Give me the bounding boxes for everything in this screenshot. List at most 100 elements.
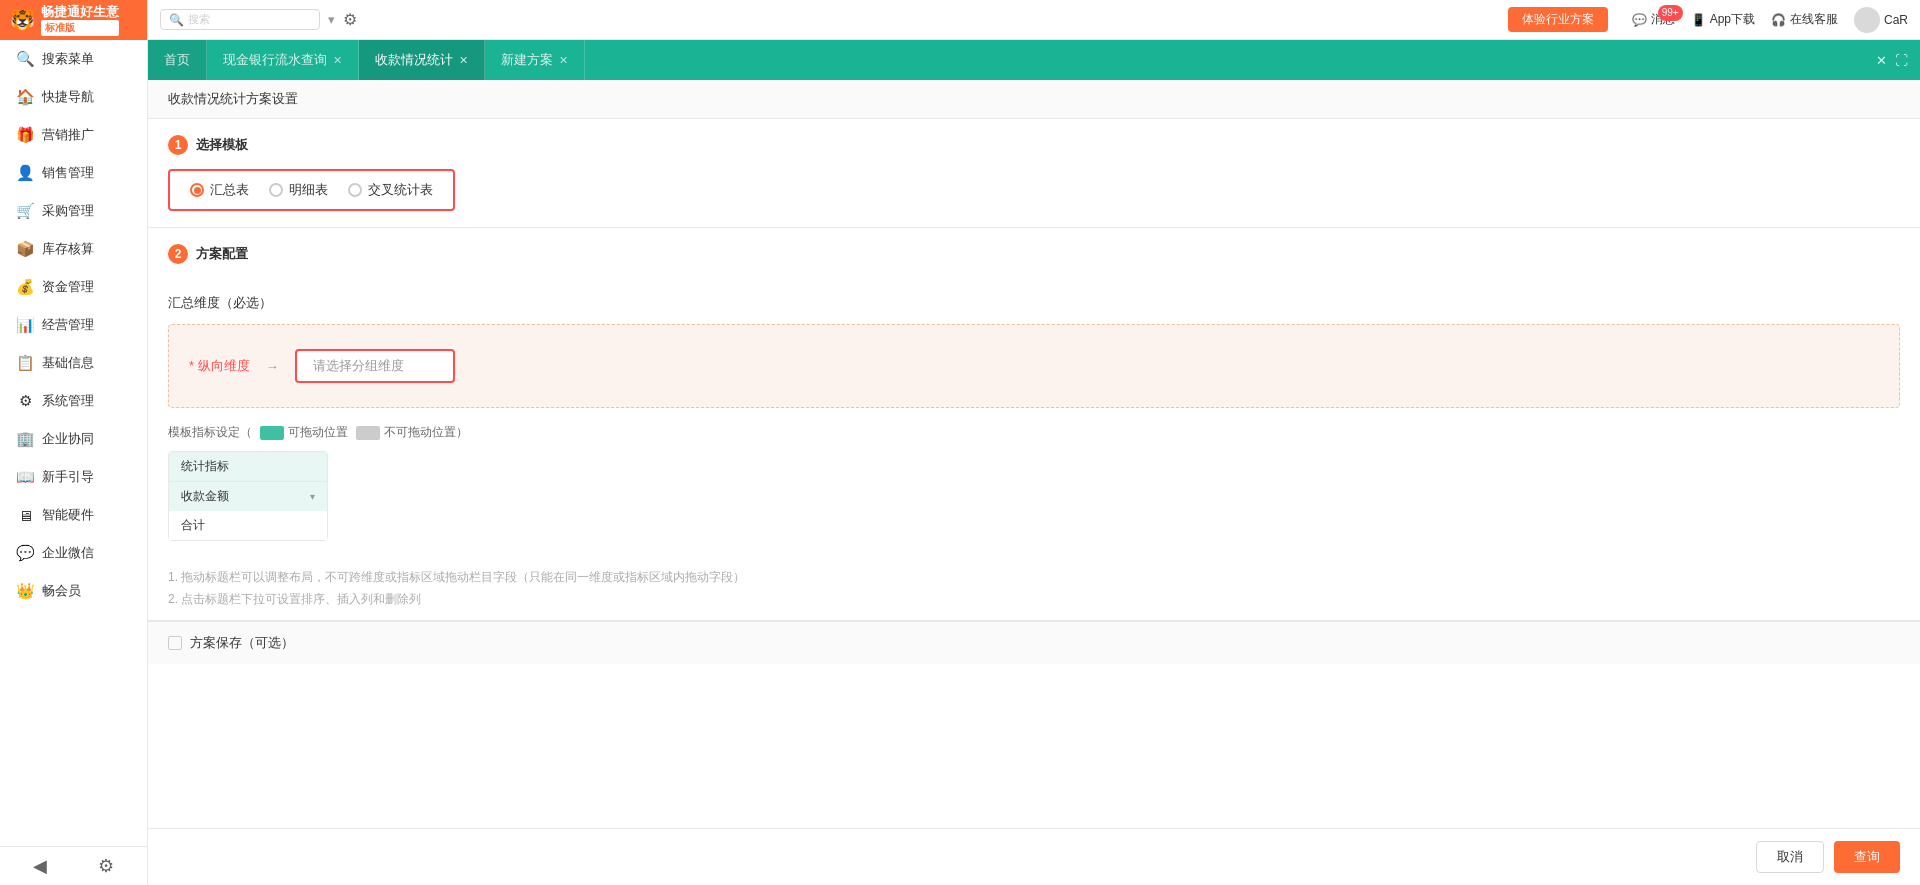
tab-new-plan-label: 新建方案	[501, 51, 553, 69]
sidebar-item-label: 基础信息	[42, 354, 94, 372]
no-drag-label: 不可拖动位置）	[384, 424, 468, 441]
tab-collection-stats-close-icon[interactable]: ✕	[459, 54, 468, 67]
sidebar-item-finance[interactable]: 💰 资金管理	[0, 268, 147, 306]
tab-bank-flow[interactable]: 现金银行流水查询 ✕	[207, 40, 359, 80]
chat-icon: 💬	[16, 544, 34, 562]
user-profile-item[interactable]: CaR	[1854, 7, 1908, 33]
sidebar-item-label: 资金管理	[42, 278, 94, 296]
sidebar-item-wechat[interactable]: 💬 企业微信	[0, 534, 147, 572]
drag-tag: 可拖动位置	[260, 424, 348, 441]
sidebar-bottom: ◀ ⚙	[0, 846, 147, 885]
tab-collection-stats-label: 收款情况统计	[375, 51, 453, 69]
tab-bank-flow-close-icon[interactable]: ✕	[333, 54, 342, 67]
tabbar-actions: ✕ ⛶	[1864, 40, 1920, 80]
no-drag-tag: 不可拖动位置）	[356, 424, 468, 441]
tabbar-close-icon[interactable]: ✕	[1876, 53, 1887, 68]
radio-cross-circle	[348, 183, 362, 197]
sidebar-item-label: 畅会员	[42, 582, 81, 600]
step2-title: 方案配置	[196, 245, 248, 263]
industry-button[interactable]: 体验行业方案	[1508, 7, 1608, 32]
settings-icon[interactable]: ⚙	[343, 10, 357, 29]
tabbar-expand-icon[interactable]: ⛶	[1895, 53, 1908, 68]
query-button[interactable]: 查询	[1834, 841, 1900, 873]
content-area: 收款情况统计方案设置 1 选择模板 汇总表 明细表	[148, 80, 1920, 828]
sidebar-item-search-menu[interactable]: 🔍 搜索菜单	[0, 40, 147, 78]
sidebar-item-label: 采购管理	[42, 202, 94, 220]
stats-table-header: 统计指标	[169, 452, 327, 482]
sidebar-item-member[interactable]: 👑 畅会员	[0, 572, 147, 610]
radio-detail[interactable]: 明细表	[269, 181, 328, 199]
sidebar-item-label: 营销推广	[42, 126, 94, 144]
topbar-dropdown-icon[interactable]: ▾	[328, 12, 335, 27]
topbar-search-box[interactable]: 🔍 搜索	[160, 9, 320, 30]
crown-icon: 👑	[16, 582, 34, 600]
step2-header: 2 方案配置	[168, 244, 1900, 264]
tab-new-plan[interactable]: 新建方案 ✕	[485, 40, 585, 80]
gift-icon: 🎁	[16, 126, 34, 144]
tab-bank-flow-label: 现金银行流水查询	[223, 51, 327, 69]
sidebar-item-label: 快捷导航	[42, 88, 94, 106]
doc-icon: 📋	[16, 354, 34, 372]
metrics-header: 模板指标设定（ 可拖动位置 不可拖动位置）	[168, 424, 1900, 441]
sidebar-item-sales[interactable]: 👤 销售管理	[0, 154, 147, 192]
monitor-icon: 🖥	[16, 507, 34, 524]
tabbar: 首页 现金银行流水查询 ✕ 收款情况统计 ✕ 新建方案 ✕ ✕ ⛶	[148, 40, 1920, 80]
logo-icon: 🐯	[10, 8, 35, 32]
home-icon: 🏠	[16, 88, 34, 106]
sidebar-item-purchase[interactable]: 🛒 采购管理	[0, 192, 147, 230]
sidebar-item-inventory[interactable]: 📦 库存核算	[0, 230, 147, 268]
sidebar-item-label: 搜索菜单	[42, 50, 94, 68]
radio-cross[interactable]: 交叉统计表	[348, 181, 433, 199]
sidebar-item-marketing[interactable]: 🎁 营销推广	[0, 116, 147, 154]
service-item[interactable]: 🎧 在线客服	[1771, 11, 1838, 28]
stats-col-row[interactable]: 收款金额 ▾	[169, 482, 327, 511]
save-plan-label: 方案保存（可选）	[190, 634, 294, 652]
template-radio-group: 汇总表 明细表 交叉统计表	[190, 181, 433, 199]
message-item[interactable]: 💬 消息 99+	[1632, 11, 1675, 28]
sidebar: 🐯 畅捷通好生意 标准版 🔍 搜索菜单 🏠 快捷导航 🎁 营销推广 👤 销售管理…	[0, 0, 148, 885]
sidebar-item-system[interactable]: ⚙ 系统管理	[0, 382, 147, 420]
step1-section: 1 选择模板 汇总表 明细表	[148, 119, 1920, 227]
step2-badge: 2	[168, 244, 188, 264]
sidebar-collapse-icon[interactable]: ◀	[33, 855, 47, 877]
cart-icon: 🛒	[16, 202, 34, 220]
radio-cross-label: 交叉统计表	[368, 181, 433, 199]
avatar	[1854, 7, 1880, 33]
cancel-button[interactable]: 取消	[1756, 841, 1824, 873]
topbar: 🔍 搜索 ▾ ⚙ 体验行业方案 💬 消息 99+ 📱 App下载 🎧 在线客服 …	[148, 0, 1920, 40]
tab-home-label: 首页	[164, 51, 190, 69]
col-label: 收款金额	[181, 488, 229, 505]
sidebar-item-enterprise[interactable]: 🏢 企业协同	[0, 420, 147, 458]
tab-home[interactable]: 首页	[148, 40, 207, 80]
radio-summary[interactable]: 汇总表	[190, 181, 249, 199]
sidebar-item-label: 系统管理	[42, 392, 94, 410]
sidebar-item-quick-nav[interactable]: 🏠 快捷导航	[0, 78, 147, 116]
dim-placeholder: 请选择分组维度	[313, 358, 404, 373]
tab-collection-stats[interactable]: 收款情况统计 ✕	[359, 40, 485, 80]
sidebar-item-label: 库存核算	[42, 240, 94, 258]
sidebar-item-operation[interactable]: 📊 经营管理	[0, 306, 147, 344]
sidebar-item-guide[interactable]: 📖 新手引导	[0, 458, 147, 496]
dim-selector-dropdown[interactable]: 请选择分组维度	[295, 349, 455, 383]
dim-arrow-icon: →	[266, 359, 279, 374]
dim-subtitle: 汇总维度（必选）	[168, 294, 1900, 312]
sidebar-settings-icon[interactable]: ⚙	[98, 855, 114, 877]
save-plan-checkbox[interactable]	[168, 636, 182, 650]
row-dim-label: * 纵向维度	[189, 357, 250, 375]
tips-section: 1. 拖动标题栏可以调整布局，不可跨维度或指标区域拖动栏目字段（只能在同一维度或…	[148, 557, 1920, 620]
money-icon: 💰	[16, 278, 34, 296]
sidebar-item-label: 经营管理	[42, 316, 94, 334]
sidebar-item-label: 新手引导	[42, 468, 94, 486]
sidebar-item-hardware[interactable]: 🖥 智能硬件	[0, 496, 147, 534]
sidebar-item-label: 智能硬件	[42, 506, 94, 524]
sidebar-item-basic[interactable]: 📋 基础信息	[0, 344, 147, 382]
tab-new-plan-close-icon[interactable]: ✕	[559, 54, 568, 67]
logo-text: 畅捷通好生意	[41, 4, 119, 20]
service-icon: 🎧	[1771, 13, 1786, 27]
action-bar: 取消 查询	[148, 828, 1920, 885]
app-download-item[interactable]: 📱 App下载	[1691, 11, 1755, 28]
message-badge: 99+	[1658, 5, 1683, 21]
search-icon: 🔍	[169, 13, 184, 27]
step2-section: 2 方案配置	[148, 228, 1920, 294]
no-draggable-indicator	[356, 426, 380, 440]
